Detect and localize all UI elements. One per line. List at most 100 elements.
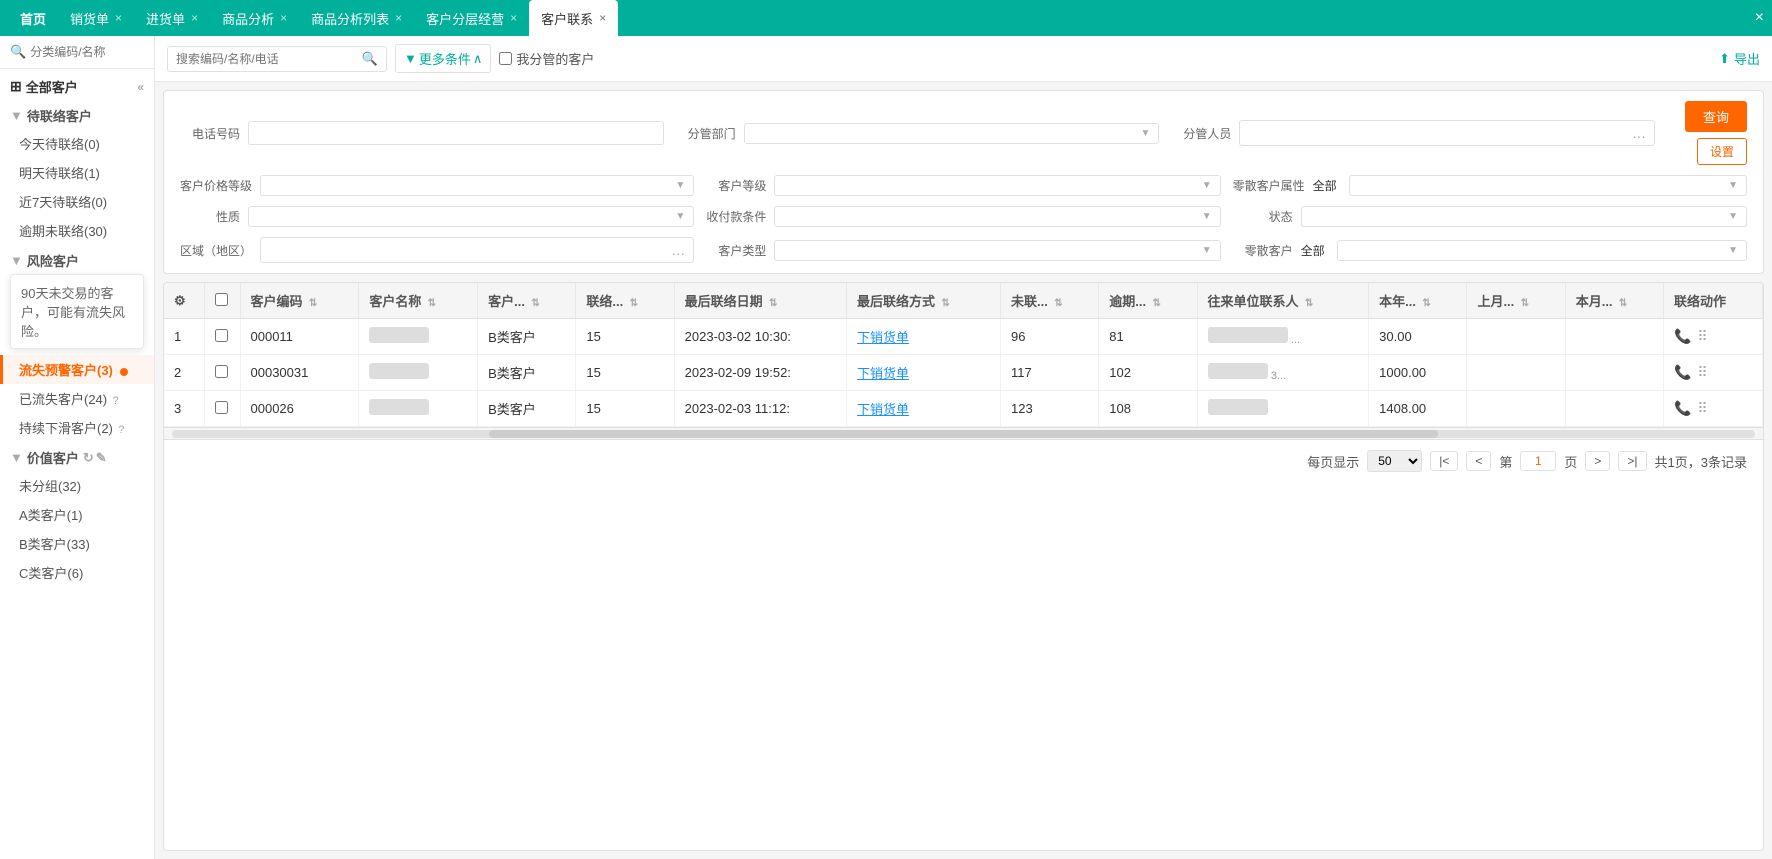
action-phone-icon3[interactable]: 📞 (1674, 400, 1691, 417)
col-this-month[interactable]: 本月... ⇅ (1565, 283, 1663, 319)
col-last-contact-method[interactable]: 最后联络方式 ⇅ (846, 283, 1000, 319)
cell-checkbox (204, 391, 240, 427)
scrollbar-thumb[interactable] (489, 430, 1439, 438)
sidebar-item-c-class[interactable]: C类客户(6) (0, 558, 154, 587)
sidebar-item-tomorrow-contact[interactable]: 明天待联络(1) (0, 158, 154, 187)
col-customer-type[interactable]: 客户... ⇅ (478, 283, 576, 319)
col-code[interactable]: 客户编码 ⇅ (240, 283, 359, 319)
tab-analysis[interactable]: 商品分析 × (210, 0, 299, 36)
prev-page-button[interactable]: < (1466, 451, 1491, 471)
main-layout: 🔍 ⊞ 全部客户 « ▼ 待联络客户 今天待联络(0) 明天待联络(1) 近7天… (0, 36, 1772, 859)
last-page-button[interactable]: >| (1618, 451, 1646, 471)
all-customers-header[interactable]: ⊞ 全部客户 « (0, 69, 154, 100)
chevron-down-icon8: ▼ (1202, 245, 1212, 256)
grade-select[interactable]: ▼ (774, 175, 1220, 196)
page-number-input[interactable] (1520, 451, 1556, 471)
col-no-contact[interactable]: 未联... ⇅ (1001, 283, 1099, 319)
col-unit-contact[interactable]: 往来单位联系人 ⇅ (1197, 283, 1369, 319)
my-customers-checkbox[interactable] (499, 52, 512, 65)
tab-purchase[interactable]: 进货单 × (134, 0, 210, 36)
col-last-contact-date[interactable]: 最后联络日期 ⇅ (674, 283, 846, 319)
zero-customer-select[interactable]: ▼ (1337, 240, 1747, 261)
arrow-down-icon3: ▼ (10, 450, 23, 465)
col-last-month[interactable]: 上月... ⇅ (1467, 283, 1565, 319)
cell-last-contact-method: 下销货单 (846, 319, 1000, 355)
close-all-button[interactable]: × (1755, 9, 1764, 27)
action-more-icon2[interactable]: ⠿ (1697, 364, 1707, 381)
sidebar-item-week-contact[interactable]: 近7天待联络(0) (0, 187, 154, 216)
export-label: 导出 (1734, 49, 1760, 68)
zero-attr-select[interactable]: ▼ (1349, 175, 1747, 196)
tab-analysis-close[interactable]: × (280, 11, 287, 25)
tab-home[interactable]: 首页 (8, 0, 58, 36)
payment-select[interactable]: ▼ (774, 206, 1220, 227)
tab-customer-contact[interactable]: 客户联系 × (529, 0, 618, 36)
tab-customer-layer[interactable]: 客户分层经营 × (414, 0, 529, 36)
sidebar-item-unclassified[interactable]: 未分组(32) (0, 471, 154, 500)
col-overdue[interactable]: 逾期... ⇅ (1099, 283, 1197, 319)
select-all-checkbox[interactable] (215, 293, 228, 306)
col-contact[interactable]: 联络... ⇅ (576, 283, 674, 319)
edit-icon[interactable]: ✎ (96, 450, 107, 466)
sort-icon3: ⇅ (531, 298, 539, 309)
sidebar-value-customer-title[interactable]: ▼ 价值客户 ↻ ✎ (0, 442, 154, 471)
sidebar-pending-contact-title[interactable]: ▼ 待联络客户 (0, 100, 154, 129)
contact-method-link-3[interactable]: 下销货单 (857, 402, 909, 417)
sidebar-item-a-class[interactable]: A类客户(1) (0, 500, 154, 529)
settings-gear-icon[interactable]: ⚙ (174, 293, 186, 308)
next-page-button[interactable]: > (1585, 451, 1610, 471)
horizontal-scrollbar[interactable] (164, 427, 1763, 439)
sidebar-item-churn-warning[interactable]: 流失预警客户(3) (0, 355, 154, 384)
sort-icon10: ⇅ (1422, 298, 1430, 309)
tab-customer-contact-close[interactable]: × (599, 11, 606, 25)
contact-method-link-2[interactable]: 下销货单 (857, 366, 909, 381)
action-icons-1: 📞 ⠿ (1674, 328, 1752, 345)
table-row: 2 00030031 B类客户 15 2023-02-09 19:52: 下销货… (164, 355, 1763, 391)
status-select[interactable]: ▼ (1301, 206, 1747, 227)
my-customers-checkbox-label[interactable]: 我分管的客户 (499, 49, 594, 68)
total-info: 共1页，3条记录 (1655, 452, 1747, 471)
settings-button[interactable]: 设置 (1697, 138, 1747, 165)
row-checkbox-2[interactable] (215, 365, 228, 378)
query-button[interactable]: 查询 (1685, 101, 1747, 132)
tab-sales-close[interactable]: × (115, 11, 122, 25)
gender-select[interactable]: ▼ (248, 206, 694, 227)
refresh-icon[interactable]: ↻ (83, 450, 94, 466)
action-more-icon[interactable]: ⠿ (1697, 328, 1707, 345)
person-select[interactable]: … (1239, 120, 1655, 146)
row-checkbox-1[interactable] (215, 329, 228, 342)
tab-analysis-list-close[interactable]: × (395, 11, 402, 25)
collapse-icon[interactable]: « (137, 80, 144, 94)
dept-select[interactable]: ▼ (744, 123, 1160, 144)
action-phone-icon2[interactable]: 📞 (1674, 364, 1691, 381)
per-page-select[interactable]: 50 20 100 (1367, 450, 1422, 472)
cell-code: 000026 (240, 391, 359, 427)
sidebar-item-overdue-contact[interactable]: 逾期未联络(30) (0, 216, 154, 245)
tab-purchase-close[interactable]: × (191, 11, 198, 25)
sidebar-risk-customer-title[interactable]: ▼ 风险客户 (0, 245, 154, 274)
sidebar-item-today-contact[interactable]: 今天待联络(0) (0, 129, 154, 158)
customer-type-select[interactable]: ▼ (774, 240, 1220, 261)
col-name[interactable]: 客户名称 ⇅ (359, 283, 478, 319)
phone-input[interactable] (248, 121, 664, 145)
first-page-button[interactable]: |< (1430, 451, 1458, 471)
row-checkbox-3[interactable] (215, 401, 228, 414)
sort-icon9: ⇅ (1305, 298, 1313, 309)
search-input[interactable] (176, 52, 358, 66)
contact-method-link-1[interactable]: 下销货单 (857, 330, 909, 345)
col-this-year[interactable]: 本年... ⇅ (1369, 283, 1467, 319)
tab-analysis-list[interactable]: 商品分析列表 × (299, 0, 414, 36)
action-phone-icon[interactable]: 📞 (1674, 328, 1691, 345)
action-more-icon3[interactable]: ⠿ (1697, 400, 1707, 417)
scrollbar-track[interactable] (172, 430, 1755, 438)
more-filters-button[interactable]: ▼ 更多条件 ∧ (395, 44, 491, 73)
sidebar-item-b-class[interactable]: B类客户(33) (0, 529, 154, 558)
tab-customer-layer-close[interactable]: × (510, 11, 517, 25)
sidebar-search-input[interactable] (30, 45, 144, 59)
region-select[interactable]: … (260, 237, 694, 263)
sidebar-item-declining[interactable]: 持续下滑客户(2) ? (0, 413, 154, 442)
export-button[interactable]: ⬆ 导出 (1719, 49, 1760, 68)
price-grade-select[interactable]: ▼ (260, 175, 694, 196)
sidebar-item-churned[interactable]: 已流失客户(24) ? (0, 384, 154, 413)
tab-sales[interactable]: 销货单 × (58, 0, 134, 36)
